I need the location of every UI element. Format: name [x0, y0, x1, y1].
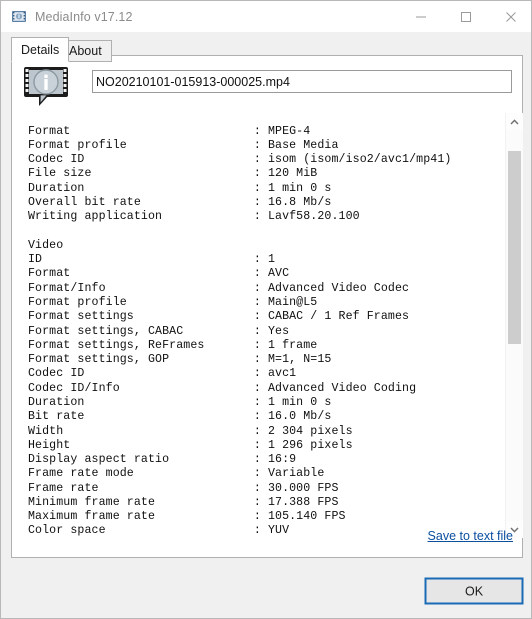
- maximize-icon[interactable]: [443, 1, 488, 32]
- details-panel: Format : MPEG-4 Format profile : Base Me…: [11, 55, 523, 558]
- tab-about-label: About: [69, 44, 102, 58]
- title-bar: MediaInfo v17.12: [1, 1, 531, 33]
- tab-details-label: Details: [21, 42, 60, 57]
- scrollbar-thumb[interactable]: [508, 151, 521, 344]
- media-details-textarea[interactable]: Format : MPEG-4 Format profile : Base Me…: [12, 113, 522, 538]
- scrollbar-track[interactable]: [506, 130, 523, 521]
- media-info-bubble-icon: [22, 66, 74, 110]
- window-controls: [398, 1, 531, 32]
- minimize-icon[interactable]: [398, 1, 443, 32]
- mediainfo-film-icon: [11, 9, 27, 25]
- file-name-input[interactable]: [92, 70, 512, 93]
- close-icon[interactable]: [488, 1, 531, 32]
- save-to-text-file-link[interactable]: Save to text file: [428, 529, 513, 543]
- tab-details[interactable]: Details: [11, 37, 70, 62]
- window-title: MediaInfo v17.12: [35, 9, 133, 24]
- details-scrollbar[interactable]: [505, 113, 523, 538]
- chevron-up-icon[interactable]: [506, 113, 523, 130]
- mediainfo-window: MediaInfo v17.12 About Details NO2021010…: [0, 0, 532, 619]
- media-details-text: Format : MPEG-4 Format profile : Base Me…: [28, 124, 452, 538]
- ok-button[interactable]: OK: [424, 577, 524, 605]
